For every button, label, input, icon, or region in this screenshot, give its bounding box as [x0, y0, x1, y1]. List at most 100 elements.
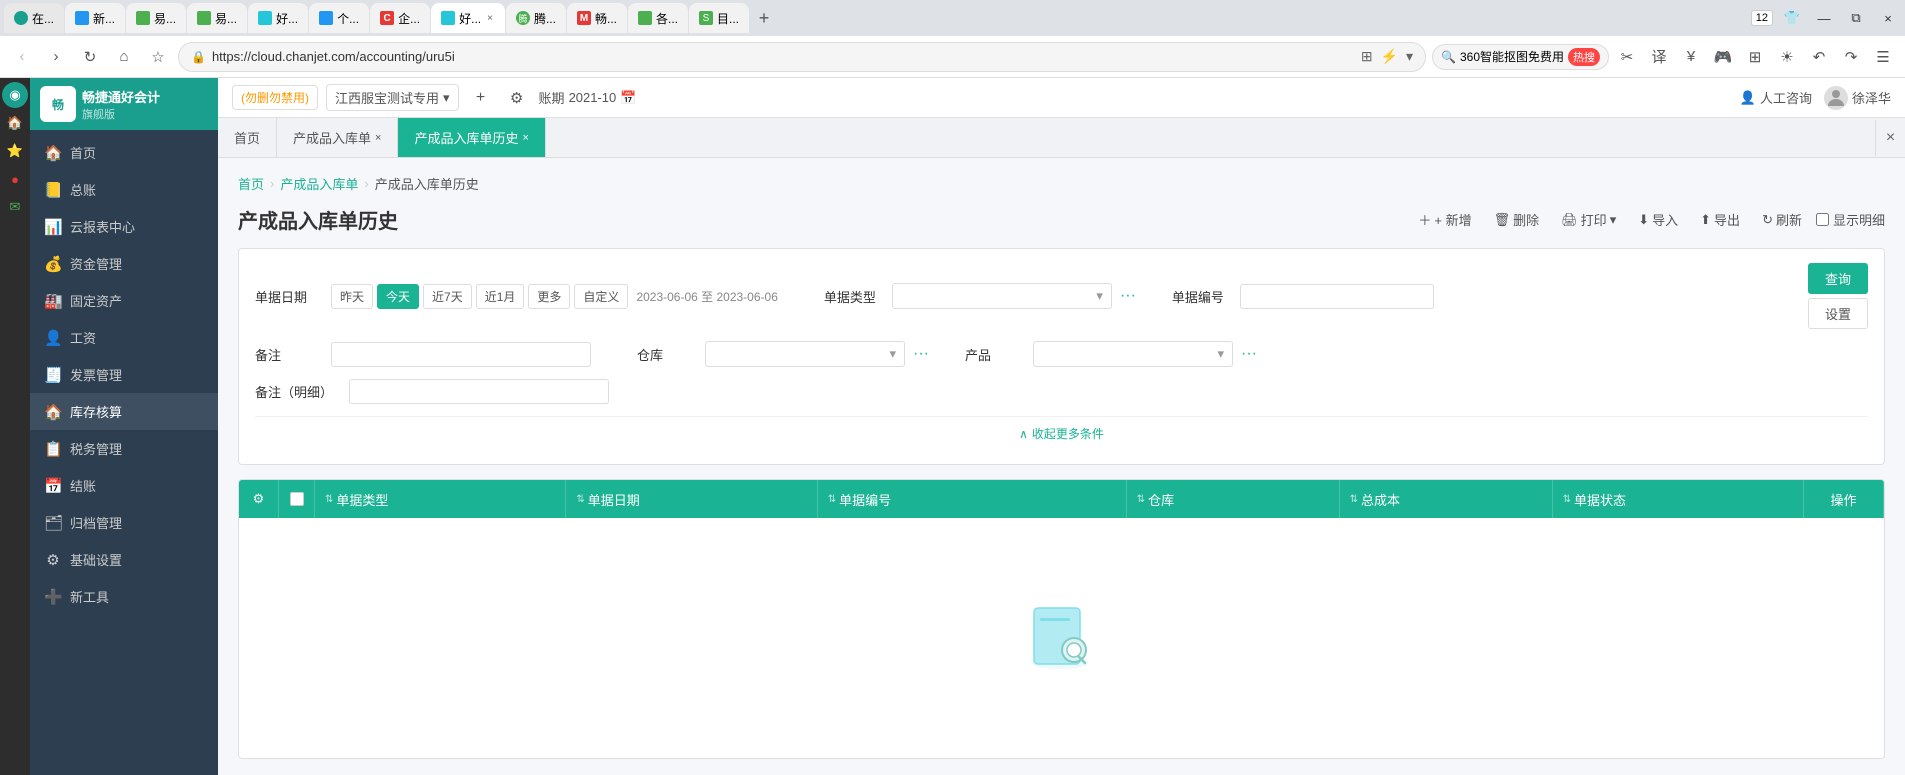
- date-btn-custom[interactable]: 自定义: [574, 284, 628, 309]
- show-detail-checkbox[interactable]: [1816, 213, 1829, 226]
- panel-close-button[interactable]: ×: [1875, 120, 1905, 156]
- tab-10[interactable]: M 畅...: [567, 3, 627, 33]
- lightning-icon[interactable]: ⚡: [1381, 48, 1398, 65]
- type-filter-dots[interactable]: ···: [1120, 287, 1136, 305]
- reload-button[interactable]: ↻: [76, 43, 104, 71]
- close-window-button[interactable]: ×: [1875, 5, 1901, 31]
- sidebar-item-ledger[interactable]: 📒 总账: [30, 171, 218, 208]
- shirt-icon[interactable]: 👕: [1779, 5, 1805, 31]
- date-btn-7days[interactable]: 近7天: [423, 284, 472, 309]
- url-bar[interactable]: 🔒 https://cloud.chanjet.com/accounting/u…: [178, 42, 1426, 72]
- th-date[interactable]: ⇅ 单据日期: [566, 480, 817, 518]
- undo-icon[interactable]: ↶: [1805, 43, 1833, 71]
- print-button[interactable]: 🖨 打印 ▾: [1553, 206, 1624, 233]
- page-tab-list[interactable]: 产成品入库单 ×: [277, 118, 398, 157]
- grid-icon[interactable]: ⊞: [1741, 43, 1769, 71]
- add-button[interactable]: ＋ + 新增: [1410, 206, 1479, 233]
- import-button[interactable]: ⬇ 导入: [1630, 206, 1686, 233]
- org-selector[interactable]: 江西服宝测试专用 ▾: [326, 84, 459, 111]
- sidebar-item-more[interactable]: ➕ 新工具: [30, 578, 218, 615]
- date-btn-more[interactable]: 更多: [528, 284, 570, 309]
- sidebar-item-archive[interactable]: 🗂 归档管理: [30, 504, 218, 541]
- th-type[interactable]: ⇅ 单据类型: [315, 480, 566, 518]
- type-filter-select[interactable]: ▾: [892, 283, 1112, 309]
- redo-icon[interactable]: ↷: [1837, 43, 1865, 71]
- sidebar-item-payroll[interactable]: 👤 工资: [30, 319, 218, 356]
- th-status[interactable]: ⇅ 单据状态: [1553, 480, 1804, 518]
- tab-9[interactable]: 腾 腾...: [506, 3, 566, 33]
- home-button[interactable]: ⌂: [110, 43, 138, 71]
- menu-icon[interactable]: ☰: [1869, 43, 1897, 71]
- query-button[interactable]: 查询: [1808, 263, 1868, 294]
- page-tab-history-close[interactable]: ×: [522, 132, 528, 144]
- date-btn-yesterday[interactable]: 昨天: [331, 284, 373, 309]
- new-tab-button[interactable]: +: [750, 4, 778, 32]
- th-cost[interactable]: ⇅ 总成本: [1340, 480, 1553, 518]
- page-tab-list-close[interactable]: ×: [375, 132, 381, 144]
- icon-sidebar-logo[interactable]: ◉: [2, 82, 28, 108]
- service-link[interactable]: 👤 人工咨询: [1740, 88, 1812, 107]
- grid-icon[interactable]: ⊞: [1361, 48, 1373, 65]
- bookmark-button[interactable]: ☆: [144, 43, 172, 71]
- warehouse-filter-select[interactable]: ▾: [705, 341, 905, 367]
- sidebar-item-basic[interactable]: ⚙ 基础设置: [30, 541, 218, 578]
- tab-11[interactable]: 各...: [628, 3, 688, 33]
- sidebar-item-assets[interactable]: 🏭 固定资产: [30, 282, 218, 319]
- sidebar-item-inventory[interactable]: 🏠 库存核算: [30, 393, 218, 430]
- icon-sidebar-mail[interactable]: ✉: [2, 194, 28, 220]
- page-tab-history[interactable]: 产成品入库单历史 ×: [398, 118, 545, 157]
- tab-4[interactable]: 易...: [187, 3, 247, 33]
- dropdown-arrow-icon[interactable]: ▾: [1406, 48, 1413, 65]
- sidebar-item-close[interactable]: 📅 结账: [30, 467, 218, 504]
- forward-button[interactable]: ›: [42, 43, 70, 71]
- calendar-icon[interactable]: 📅: [620, 90, 636, 106]
- tab-3[interactable]: 易...: [126, 3, 186, 33]
- tab-7[interactable]: C 企...: [370, 3, 430, 33]
- th-checkbox[interactable]: [279, 480, 315, 518]
- add-org-button[interactable]: +: [467, 84, 495, 112]
- sidebar-item-reports[interactable]: 📊 云报表中心: [30, 208, 218, 245]
- tab-8-active[interactable]: 好... ×: [431, 3, 505, 33]
- number-filter-input[interactable]: [1240, 284, 1434, 309]
- sidebar-item-home[interactable]: 🏠 首页: [30, 134, 218, 171]
- breadcrumb-list[interactable]: 产成品入库单: [280, 174, 358, 193]
- scissors-icon[interactable]: ✂: [1613, 43, 1641, 71]
- select-all-checkbox[interactable]: [290, 492, 304, 506]
- tab-12[interactable]: S 目...: [689, 3, 749, 33]
- filter-settings-button[interactable]: 设置: [1808, 298, 1868, 329]
- detail-remark-input[interactable]: [349, 379, 609, 404]
- collapse-bar[interactable]: ∧ 收起更多条件: [255, 416, 1868, 450]
- translate-icon[interactable]: 译: [1645, 43, 1673, 71]
- export-button[interactable]: ⬆ 导出: [1692, 206, 1748, 233]
- minimize-button[interactable]: —: [1811, 5, 1837, 31]
- user-menu[interactable]: 徐泽华: [1824, 86, 1891, 110]
- date-btn-1month[interactable]: 近1月: [476, 284, 525, 309]
- tab-5[interactable]: 好...: [248, 3, 308, 33]
- icon-sidebar-weibo[interactable]: ●: [2, 166, 28, 192]
- game-icon[interactable]: 🎮: [1709, 43, 1737, 71]
- back-button[interactable]: ‹: [8, 43, 36, 71]
- restore-button[interactable]: ⧉: [1843, 5, 1869, 31]
- show-detail-toggle[interactable]: 显示明细: [1816, 210, 1885, 229]
- icon-sidebar-star[interactable]: ⭐: [2, 138, 28, 164]
- tab-2[interactable]: 新...: [65, 3, 125, 33]
- warehouse-filter-dots[interactable]: ···: [913, 345, 929, 363]
- tab-1[interactable]: 在...: [4, 3, 64, 33]
- page-tab-home[interactable]: 首页: [218, 118, 277, 157]
- remark-filter-input[interactable]: [331, 342, 591, 367]
- settings-org-button[interactable]: ⚙: [503, 84, 531, 112]
- currency-icon[interactable]: ¥: [1677, 43, 1705, 71]
- breadcrumb-home[interactable]: 首页: [238, 174, 264, 193]
- sidebar-header[interactable]: 畅 畅捷通好会计 旗舰版: [30, 78, 218, 130]
- th-gear[interactable]: ⚙: [239, 480, 279, 518]
- sun-icon[interactable]: ☀: [1773, 43, 1801, 71]
- date-btn-today[interactable]: 今天: [377, 284, 419, 309]
- icon-sidebar-home[interactable]: 🏠: [2, 110, 28, 136]
- sidebar-item-tax[interactable]: 📋 税务管理: [30, 430, 218, 467]
- sidebar-item-funds[interactable]: 💰 资金管理: [30, 245, 218, 282]
- sidebar-item-invoice[interactable]: 🧾 发票管理: [30, 356, 218, 393]
- product-filter-select[interactable]: ▾: [1033, 341, 1233, 367]
- th-warehouse[interactable]: ⇅ 仓库: [1127, 480, 1340, 518]
- th-number[interactable]: ⇅ 单据编号: [818, 480, 1127, 518]
- product-filter-dots[interactable]: ···: [1241, 345, 1257, 363]
